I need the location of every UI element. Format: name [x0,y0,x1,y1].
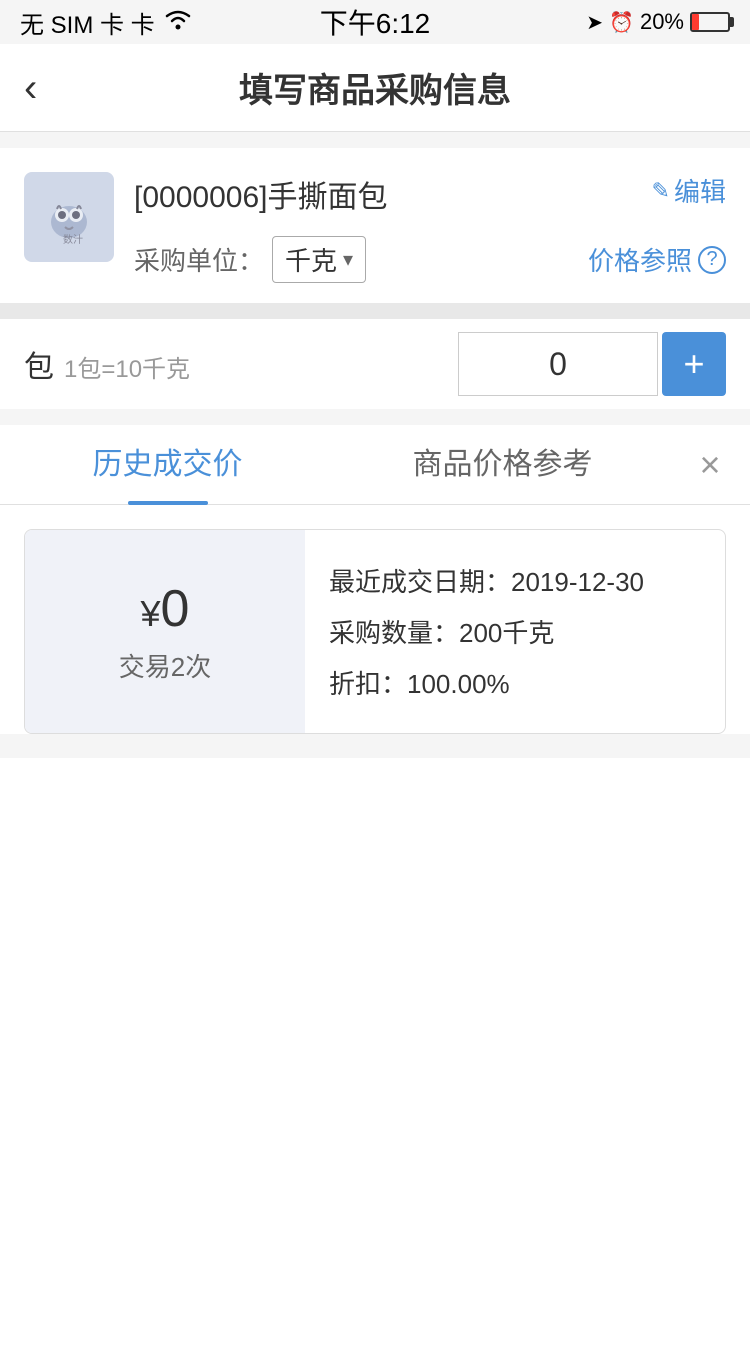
quantity-section: 包 1包=10千克 + [0,319,750,409]
empty-area [0,758,750,1358]
product-section: 数汁 [0000006]手撕面包 ✎ 编辑 采购单位： 千克 ▾ [0,148,750,303]
svg-text:数汁: 数汁 [63,233,83,246]
battery-icon [690,12,730,32]
tab-price-reference[interactable]: 商品价格参考 [335,425,670,505]
unit-row: 采购单位： 千克 ▾ 价格参照 ? [134,236,726,283]
discount-label: 折扣： [329,669,407,699]
status-bar: 无 SIM 卡 卡 下午6:12 ➤ ⏰ 20% [0,0,750,44]
battery-percent: 20% [640,9,684,35]
package-unit: 包 [24,342,54,386]
unit-value: 千克 [285,241,337,278]
unit-label: 采购单位： [134,241,264,278]
quantity-control: + [458,332,726,396]
product-thumbnail: 数汁 [24,172,114,262]
status-time: 下午6:12 [320,2,431,42]
price-card: ¥0 交易2次 最近成交日期：2019-12-30 采购数量：200千克 折扣：… [24,529,726,734]
tabs-section: 历史成交价 商品价格参考 × ¥0 交易2次 最近成交日期：2019-12-30… [0,425,750,734]
sim-label: 无 SIM 卡 卡 [20,5,155,40]
status-right: ➤ ⏰ 20% [586,9,730,35]
alarm-icon: ⏰ [609,10,634,35]
help-icon: ? [698,246,726,274]
price-summary: ¥0 交易2次 [25,530,305,733]
conversion-label: 1包=10千克 [64,349,190,384]
product-info: [0000006]手撕面包 ✎ 编辑 采购单位： 千克 ▾ 价格参照 ? [134,172,726,283]
product-name-row: [0000006]手撕面包 ✎ 编辑 [134,172,726,216]
price-reference-button[interactable]: 价格参照 ? [588,241,726,278]
tabs-header: 历史成交价 商品价格参考 × [0,425,750,505]
unit-left: 采购单位： 千克 ▾ [134,236,366,283]
unit-select-dropdown[interactable]: 千克 ▾ [272,236,366,283]
dropdown-arrow-icon: ▾ [343,247,353,272]
price-ref-label: 价格参照 [588,241,692,278]
purchase-qty-label: 采购数量： [329,618,459,648]
tabs-close-button[interactable]: × [670,425,750,505]
product-row: 数汁 [0000006]手撕面包 ✎ 编辑 采购单位： 千克 ▾ [24,172,726,283]
purchase-qty-row: 采购数量：200千克 [329,613,701,650]
quantity-add-button[interactable]: + [662,332,726,396]
back-button[interactable]: ‹ [24,68,37,108]
recent-date-value: 2019-12-30 [511,567,644,597]
divider [0,303,750,319]
recent-date-label: 最近成交日期： [329,567,511,597]
discount-value: 100.00% [407,669,510,699]
quantity-label: 包 1包=10千克 [24,342,190,386]
quantity-input[interactable] [458,332,658,396]
tab-history-price[interactable]: 历史成交价 [0,425,335,505]
wifi-icon [163,8,193,37]
edit-button[interactable]: ✎ 编辑 [652,172,726,209]
nav-bar: ‹ 填写商品采购信息 [0,44,750,132]
edit-icon: ✎ [652,178,670,204]
discount-row: 折扣：100.00% [329,664,701,701]
price-amount: ¥0 [141,579,190,639]
product-name: [0000006]手撕面包 [134,172,652,216]
transaction-count: 交易2次 [119,647,211,684]
currency-symbol: ¥ [141,593,161,634]
price-details: 最近成交日期：2019-12-30 采购数量：200千克 折扣：100.00% [305,530,725,733]
recent-date-row: 最近成交日期：2019-12-30 [329,562,701,599]
status-left: 无 SIM 卡 卡 [20,5,193,40]
page-title: 填写商品采购信息 [239,63,511,112]
purchase-qty-value: 200千克 [459,618,554,648]
location-icon: ➤ [586,10,603,35]
